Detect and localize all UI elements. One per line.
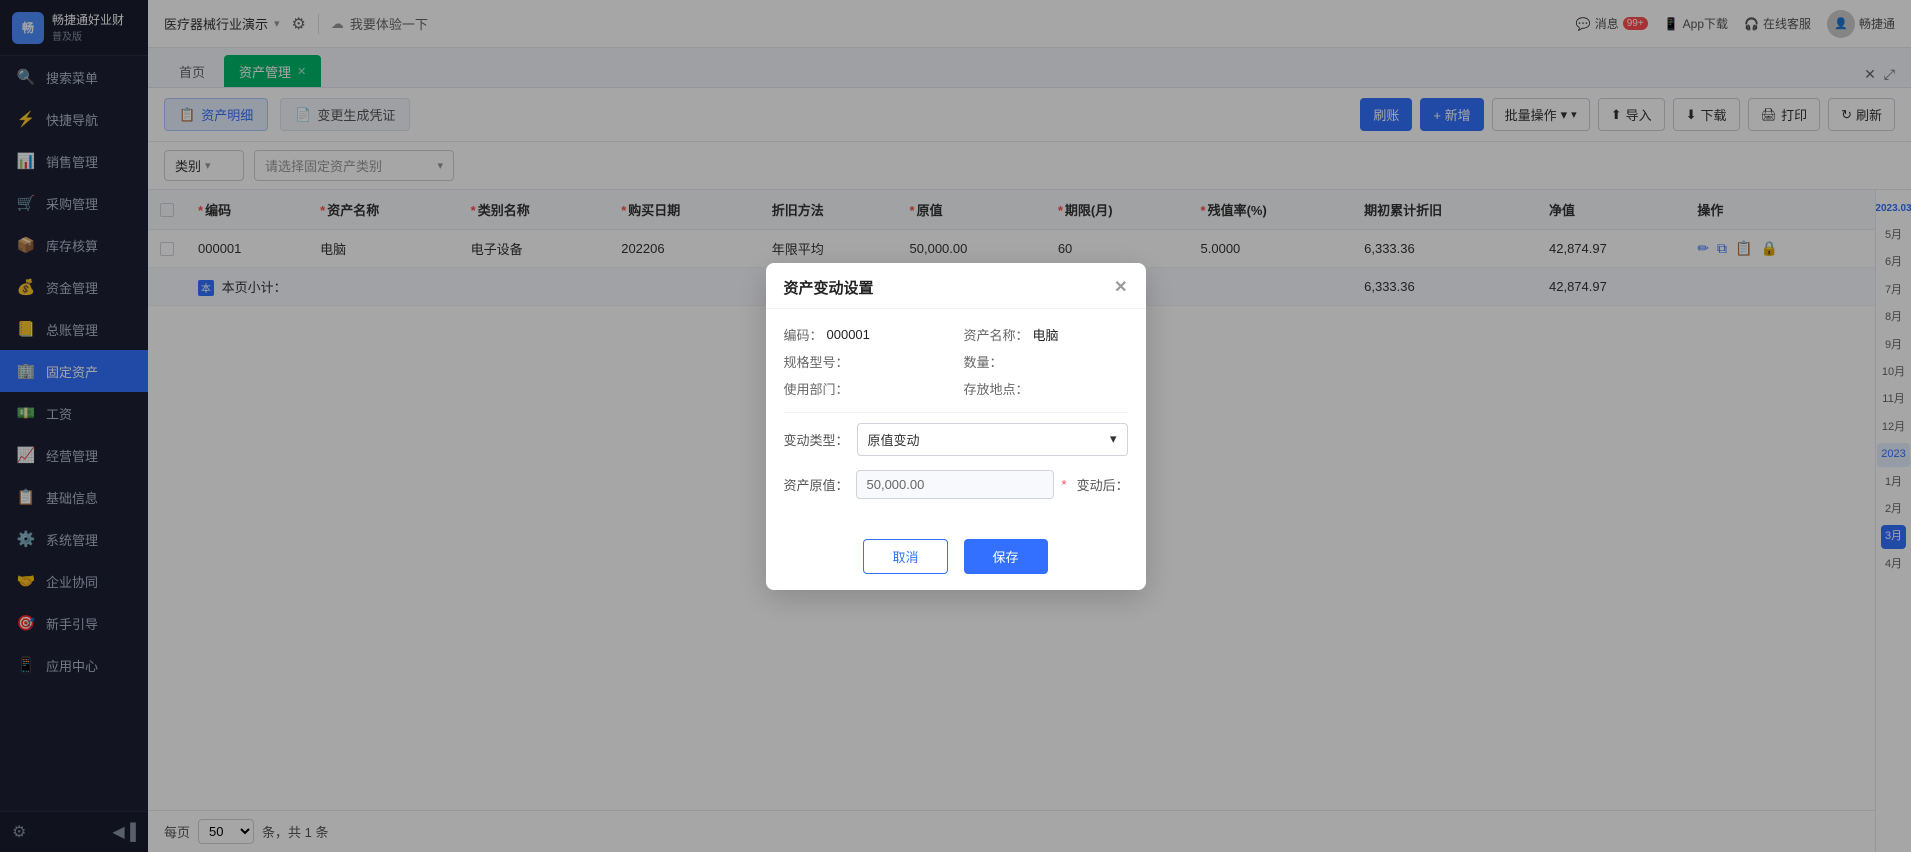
dept-label: 使用部门： [784, 379, 849, 398]
name-label: 资产名称： [964, 325, 1029, 344]
required-asterisk: * [1062, 477, 1067, 492]
dialog-quantity-item: 数量： [964, 352, 1128, 371]
cancel-label: 取消 [892, 550, 918, 565]
change-type-select[interactable]: 原值变动 ▾ [857, 423, 1128, 456]
name-value: 电脑 [1033, 325, 1059, 344]
save-label: 保存 [993, 550, 1019, 565]
asset-value-label: 资产原值： [784, 475, 848, 494]
dialog-title: 资产变动设置 [784, 277, 874, 298]
dialog-dept-item: 使用部门： [784, 379, 948, 398]
dialog-close-icon[interactable]: ✕ [1114, 277, 1127, 297]
dialog-spec-item: 规格型号： [784, 352, 948, 371]
dialog-overlay: 资产变动设置 ✕ 编码： 000001 资产名称： 电脑 规格型号： 数量： [0, 0, 1911, 852]
change-type-label: 变动类型： [784, 430, 849, 449]
quantity-label: 数量： [964, 352, 1003, 371]
change-type-chevron-icon: ▾ [1110, 431, 1117, 447]
code-value: 000001 [827, 327, 870, 342]
code-label: 编码： [784, 325, 823, 344]
dialog-body: 编码： 000001 资产名称： 电脑 规格型号： 数量： 使用部门： [766, 309, 1146, 529]
dialog-footer: 取消 保存 [766, 529, 1146, 590]
dialog-code-item: 编码： 000001 [784, 325, 948, 344]
asset-change-dialog: 资产变动设置 ✕ 编码： 000001 资产名称： 电脑 规格型号： 数量： [766, 263, 1146, 590]
cancel-button[interactable]: 取消 [863, 539, 947, 574]
dialog-location-item: 存放地点： [964, 379, 1128, 398]
change-type-value: 原值变动 [868, 430, 920, 449]
dialog-name-item: 资产名称： 电脑 [964, 325, 1128, 344]
asset-value-field: 资产原值： * 变动后： [784, 470, 1128, 499]
asset-value-input [856, 470, 1054, 499]
dialog-divider [784, 412, 1128, 413]
dialog-header: 资产变动设置 ✕ [766, 263, 1146, 309]
spec-label: 规格型号： [784, 352, 849, 371]
change-type-field: 变动类型： 原值变动 ▾ [784, 423, 1128, 456]
dialog-info-grid: 编码： 000001 资产名称： 电脑 规格型号： 数量： 使用部门： [784, 325, 1128, 398]
save-button[interactable]: 保存 [964, 539, 1048, 574]
location-label: 存放地点： [964, 379, 1029, 398]
after-label: 变动后： [1077, 475, 1141, 494]
